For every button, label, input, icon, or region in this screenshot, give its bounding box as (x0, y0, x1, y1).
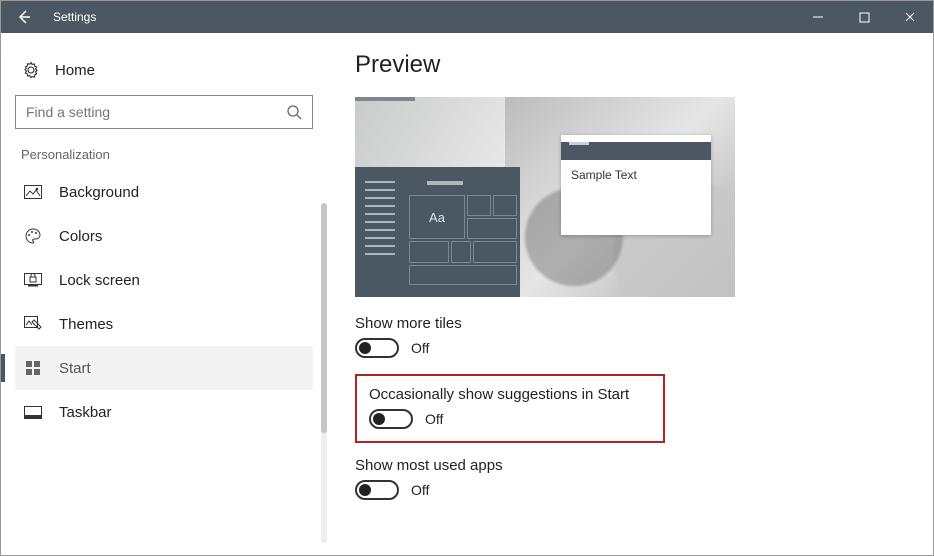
sidebar-item-label: Background (59, 184, 139, 201)
sidebar-item-label: Start (59, 360, 91, 377)
start-icon (23, 360, 43, 376)
close-button[interactable] (887, 1, 933, 33)
search-box[interactable] (15, 95, 313, 129)
main-panel: Preview Aa Sample (327, 33, 933, 555)
sidebar-item-start[interactable]: Start (15, 346, 313, 390)
section-label: Personalization (15, 147, 313, 170)
sidebar-item-themes[interactable]: Themes (15, 302, 313, 346)
minimize-button[interactable] (795, 1, 841, 33)
page-title: Preview (355, 51, 911, 79)
lock-screen-icon (23, 273, 43, 287)
picture-icon (23, 185, 43, 199)
sidebar: Home Personalization Background Colors (1, 33, 327, 555)
back-button[interactable] (1, 1, 47, 33)
setting-label: Occasionally show suggestions in Start (369, 386, 651, 403)
sidebar-item-label: Colors (59, 228, 102, 245)
themes-icon (23, 316, 43, 332)
toggle-show-more-tiles[interactable] (355, 338, 399, 358)
search-icon (286, 104, 302, 120)
setting-show-more-tiles: Show more tiles Off (355, 315, 911, 358)
home-label: Home (55, 62, 95, 79)
maximize-button[interactable] (841, 1, 887, 33)
taskbar-icon (23, 406, 43, 419)
toggle-show-most-used-apps[interactable] (355, 480, 399, 500)
home-button[interactable]: Home (15, 51, 313, 95)
sidebar-item-label: Lock screen (59, 272, 140, 289)
scrollbar-thumb[interactable] (321, 203, 327, 433)
sidebar-item-taskbar[interactable]: Taskbar (15, 390, 313, 434)
sidebar-item-background[interactable]: Background (15, 170, 313, 214)
preview-window-text: Sample Text (561, 160, 711, 190)
preview-thumbnail: Aa Sample Text (355, 97, 735, 297)
toggle-state: Off (425, 411, 443, 427)
sidebar-scrollbar[interactable] (321, 203, 327, 543)
palette-icon (23, 227, 43, 245)
setting-label: Show more tiles (355, 315, 911, 332)
setting-show-most-used-apps: Show most used apps Off (355, 457, 911, 500)
setting-suggestions-in-start: Occasionally show suggestions in Start O… (369, 386, 651, 429)
sidebar-item-label: Taskbar (59, 404, 112, 421)
highlight-box: Occasionally show suggestions in Start O… (355, 374, 665, 443)
titlebar: Settings (1, 1, 933, 33)
sidebar-item-label: Themes (59, 316, 113, 333)
setting-label: Show most used apps (355, 457, 911, 474)
toggle-state: Off (411, 340, 429, 356)
window-title: Settings (47, 10, 795, 24)
search-input[interactable] (26, 104, 286, 120)
gear-icon (21, 61, 41, 79)
sidebar-item-colors[interactable]: Colors (15, 214, 313, 258)
toggle-state: Off (411, 482, 429, 498)
sidebar-item-lock-screen[interactable]: Lock screen (15, 258, 313, 302)
toggle-suggestions-in-start[interactable] (369, 409, 413, 429)
preview-sample-window: Sample Text (561, 135, 711, 235)
preview-tile-aa: Aa (409, 195, 465, 239)
